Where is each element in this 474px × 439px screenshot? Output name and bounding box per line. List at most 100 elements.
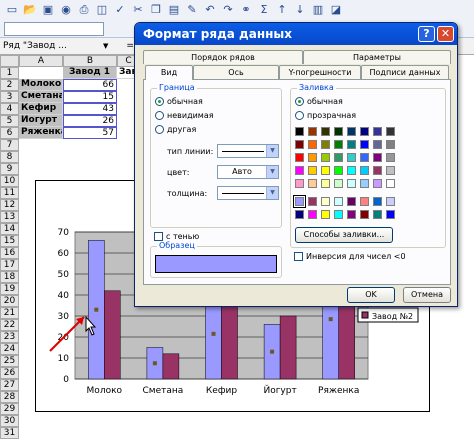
row-header[interactable]: 18: [0, 271, 19, 283]
color-swatch[interactable]: [295, 127, 304, 136]
border-custom-radio[interactable]: другая: [155, 125, 196, 134]
fill-automatic-radio[interactable]: обычная: [295, 97, 343, 106]
color-swatch[interactable]: [360, 127, 369, 136]
shadow-checkbox[interactable]: с тенью: [154, 232, 199, 241]
color-swatch[interactable]: [308, 166, 317, 175]
color-swatch[interactable]: [308, 153, 317, 162]
selection-handle[interactable]: [270, 349, 275, 354]
bar-series-2[interactable]: [221, 305, 238, 380]
row-header[interactable]: 8: [0, 151, 19, 163]
color-swatch[interactable]: [334, 153, 343, 162]
chart-color-swatch[interactable]: [308, 197, 317, 206]
color-swatch[interactable]: [386, 179, 395, 188]
selection-handle[interactable]: [152, 361, 157, 366]
cell-value[interactable]: 15: [63, 91, 117, 103]
selection-handle[interactable]: [211, 331, 216, 336]
color-swatch[interactable]: [308, 127, 317, 136]
chart-color-swatch[interactable]: [347, 197, 356, 206]
chart-color-swatch[interactable]: [373, 197, 382, 206]
sort-asc-icon[interactable]: ↑: [274, 2, 290, 18]
color-swatch[interactable]: [321, 179, 330, 188]
invert-if-negative-checkbox[interactable]: Инверсия для чисел <0: [294, 252, 406, 261]
row-header[interactable]: 12: [0, 199, 19, 211]
row-header[interactable]: 29: [0, 403, 19, 415]
color-swatch[interactable]: [373, 140, 382, 149]
color-swatch[interactable]: [321, 153, 330, 162]
line-weight-combo[interactable]: ▼: [217, 186, 279, 200]
row-header[interactable]: 7: [0, 139, 19, 151]
sort-desc-icon[interactable]: ↓: [292, 2, 308, 18]
cell-name[interactable]: Йогурт: [19, 115, 63, 127]
color-swatch[interactable]: [347, 127, 356, 136]
color-swatch[interactable]: [360, 179, 369, 188]
cell-value[interactable]: 43: [63, 103, 117, 115]
selection-handle[interactable]: [328, 317, 333, 322]
color-swatch[interactable]: [321, 140, 330, 149]
column-header-b[interactable]: B: [63, 55, 117, 67]
chart-color-swatch[interactable]: [334, 210, 343, 219]
name-box[interactable]: Ряд "Завод ...: [3, 41, 103, 51]
row-header[interactable]: 17: [0, 259, 19, 271]
border-automatic-radio[interactable]: обычная: [155, 97, 203, 106]
row-header[interactable]: 24: [0, 343, 19, 355]
color-swatch[interactable]: [373, 179, 382, 188]
spelling-icon[interactable]: ✓: [112, 2, 128, 18]
color-swatch[interactable]: [295, 140, 304, 149]
cancel-button[interactable]: Отмена: [403, 287, 451, 303]
undo-icon[interactable]: ↶: [202, 2, 218, 18]
row-header[interactable]: 6: [0, 127, 19, 139]
cell-b1[interactable]: Завод 1: [63, 67, 117, 79]
save-icon[interactable]: ▣: [40, 2, 56, 18]
chart-color-swatch[interactable]: [321, 210, 330, 219]
color-swatch[interactable]: [347, 153, 356, 162]
color-swatch[interactable]: [308, 140, 317, 149]
autosum-icon[interactable]: Σ: [256, 2, 272, 18]
chart-color-swatch[interactable]: [386, 210, 395, 219]
color-swatch[interactable]: [321, 127, 330, 136]
color-swatch[interactable]: [347, 166, 356, 175]
color-swatch[interactable]: [295, 166, 304, 175]
cell-value[interactable]: 66: [63, 79, 117, 91]
chart-color-swatch[interactable]: [295, 210, 304, 219]
color-swatch[interactable]: [295, 153, 304, 162]
color-swatch[interactable]: [360, 140, 369, 149]
chart-color-swatch[interactable]: [347, 210, 356, 219]
row-header[interactable]: 2: [0, 79, 19, 91]
row-header[interactable]: 20: [0, 295, 19, 307]
border-color-combo[interactable]: Авто ▼: [217, 165, 279, 179]
row-header[interactable]: 23: [0, 331, 19, 343]
bar-series-2[interactable]: [104, 290, 121, 380]
row-header[interactable]: 5: [0, 115, 19, 127]
color-swatch[interactable]: [360, 166, 369, 175]
row-header[interactable]: 26: [0, 367, 19, 379]
cut-icon[interactable]: ✂: [130, 2, 146, 18]
color-swatch[interactable]: [334, 166, 343, 175]
tab-y-error-bars[interactable]: Y-погрешности: [279, 65, 361, 79]
chart-wizard-icon[interactable]: ▥: [310, 2, 326, 18]
permission-icon[interactable]: ◉: [58, 2, 74, 18]
row-header[interactable]: 14: [0, 223, 19, 235]
row-header[interactable]: 10: [0, 175, 19, 187]
cell-name[interactable]: Сметана: [19, 91, 63, 103]
row-header[interactable]: 16: [0, 247, 19, 259]
color-swatch[interactable]: [334, 127, 343, 136]
color-swatch[interactable]: [373, 153, 382, 162]
chart-color-swatch[interactable]: [308, 210, 317, 219]
new-icon[interactable]: ▭: [4, 2, 20, 18]
row-header[interactable]: 11: [0, 187, 19, 199]
ok-button[interactable]: OK: [347, 287, 395, 303]
color-swatch[interactable]: [347, 179, 356, 188]
hyperlink-icon[interactable]: ⚭: [238, 2, 254, 18]
tab-axis[interactable]: Ось: [193, 65, 279, 79]
row-header[interactable]: 4: [0, 103, 19, 115]
row-header[interactable]: 30: [0, 415, 19, 427]
cell-name[interactable]: Кефир: [19, 103, 63, 115]
row-header[interactable]: 31: [0, 427, 19, 439]
chart-color-swatch[interactable]: [293, 195, 306, 208]
row-header[interactable]: 1: [0, 67, 19, 79]
border-none-radio[interactable]: невидимая: [155, 111, 214, 120]
row-header[interactable]: 9: [0, 163, 19, 175]
color-swatch[interactable]: [347, 140, 356, 149]
chart-color-swatch[interactable]: [360, 210, 369, 219]
open-icon[interactable]: 📂: [22, 2, 38, 18]
